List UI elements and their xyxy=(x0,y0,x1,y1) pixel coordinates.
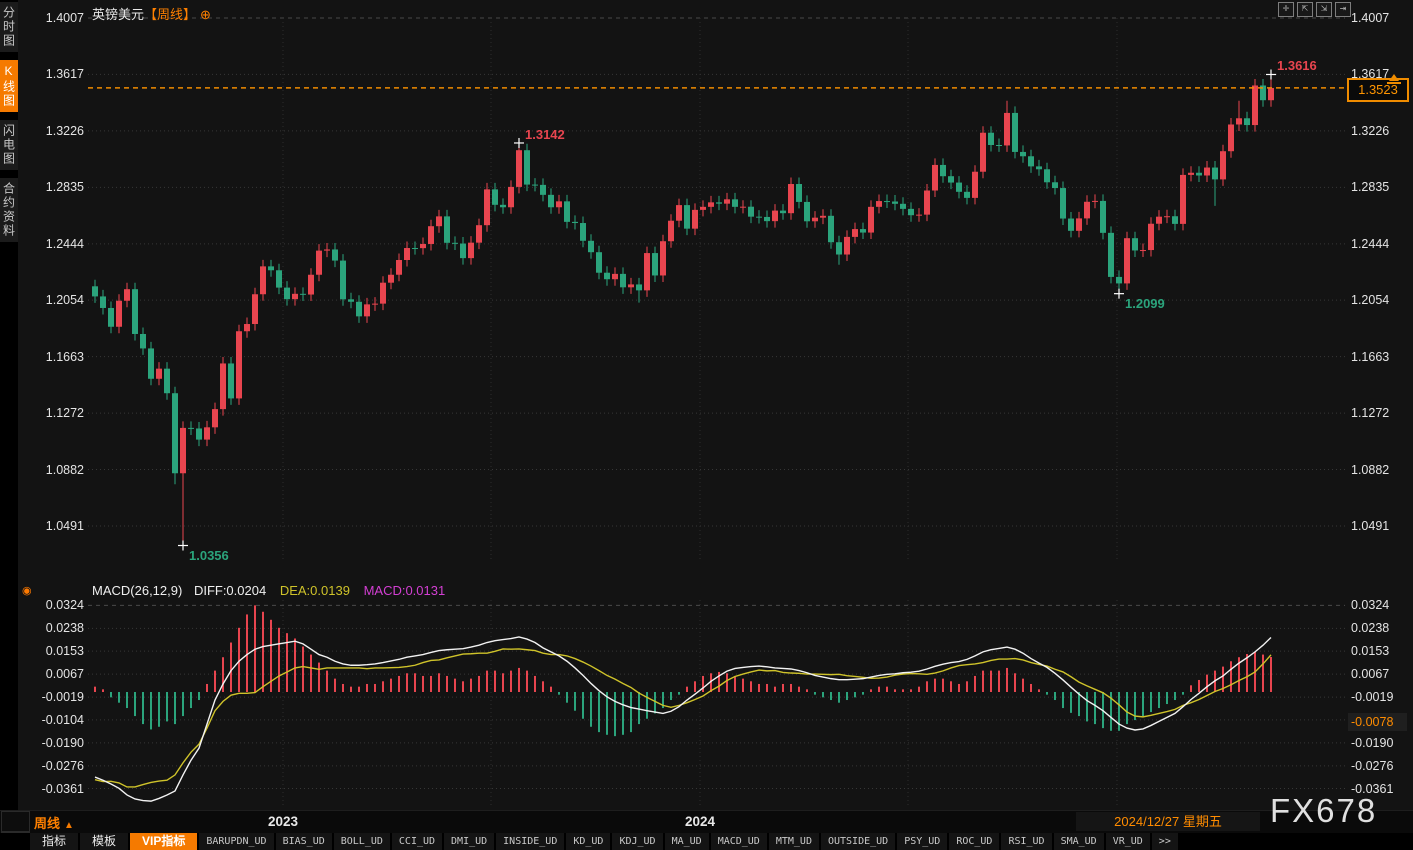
macd-highlight-label: -0.0078 xyxy=(1348,713,1407,731)
zoom-in-box-icon[interactable]: ⇱ xyxy=(1297,2,1313,17)
price-tick-left: 1.2835 xyxy=(38,179,84,195)
macd-tick-right: 0.0153 xyxy=(1351,643,1389,659)
year-label-2023: 2023 xyxy=(268,814,298,829)
period-selector[interactable]: 周线 ▲ xyxy=(34,813,74,832)
price-tick-left: 1.1272 xyxy=(38,405,84,421)
price-tick-right: 1.1272 xyxy=(1351,405,1389,421)
macd-tick-left: -0.0104 xyxy=(38,712,84,728)
price-tick-left: 1.0491 xyxy=(38,518,84,534)
toolbar-tab-MA_UD[interactable]: MA_UD xyxy=(665,833,709,850)
price-tick-right: 1.2444 xyxy=(1351,236,1389,252)
price-tick-right: 1.4007 xyxy=(1351,10,1389,26)
toolbar-tab-CCI_UD[interactable]: CCI_UD xyxy=(392,833,442,850)
toolbar-tab-[interactable]: 模板 xyxy=(80,833,128,850)
toolbar-tab-MTM_UD[interactable]: MTM_UD xyxy=(769,833,819,850)
annotation-1.0356: 1.0356 xyxy=(189,548,229,563)
macd-tick-right: 0.0238 xyxy=(1351,620,1389,636)
price-tick-left: 1.3617 xyxy=(38,66,84,82)
zoom-out-box-icon[interactable]: ⇲ xyxy=(1316,2,1332,17)
chart-title: 英镑美元【周线】 ⊕ xyxy=(92,4,211,23)
toolbar-tab-[interactable]: 指标 xyxy=(30,833,78,850)
toolbar-tab-MACD_UD[interactable]: MACD_UD xyxy=(711,833,767,850)
macd-params: MACD(26,12,9) xyxy=(92,583,182,598)
macd-tick-left: -0.0019 xyxy=(38,689,84,705)
annotation-1.2099: 1.2099 xyxy=(1125,296,1165,311)
macd-tick-right: 0.0324 xyxy=(1351,597,1389,613)
macd-header: MACD(26,12,9) DIFF:0.0204 DEA:0.0139 MAC… xyxy=(92,583,445,598)
indicator-toolbar: 指标模板VIP指标BARUPDN_UDBIAS_UDBOLL_UDCCI_UDD… xyxy=(30,833,1178,850)
watermark: FX678 xyxy=(1270,792,1377,830)
corner-cell-top xyxy=(1,811,30,832)
pan-right-icon[interactable]: ⇥ xyxy=(1335,2,1351,17)
toolbar-tab-DMI_UD[interactable]: DMI_UD xyxy=(444,833,494,850)
price-tick-right: 1.0491 xyxy=(1351,518,1389,534)
price-tick-right: 1.1663 xyxy=(1351,349,1389,365)
price-tick-left: 1.4007 xyxy=(38,10,84,26)
chart-plot-area[interactable] xyxy=(0,0,1413,810)
toolbar-tab-ROC_UD[interactable]: ROC_UD xyxy=(949,833,999,850)
toolbar-tab-OUTSIDE_UD[interactable]: OUTSIDE_UD xyxy=(821,833,895,850)
toolbar-tab-BOLL_UD[interactable]: BOLL_UD xyxy=(334,833,390,850)
macd-macd-value: MACD:0.0131 xyxy=(364,583,446,598)
indicator-target-icon[interactable]: ◉ xyxy=(22,584,32,597)
macd-tick-right: -0.0276 xyxy=(1351,758,1393,774)
macd-tick-left: 0.0067 xyxy=(38,666,84,682)
macd-tick-left: 0.0153 xyxy=(38,643,84,659)
macd-tick-left: -0.0276 xyxy=(38,758,84,774)
toolbar-tab-VIP[interactable]: VIP指标 xyxy=(130,833,197,850)
price-alert-arrow-base xyxy=(1387,82,1401,84)
macd-dea-value: DEA:0.0139 xyxy=(280,583,350,598)
macd-tick-right: -0.0019 xyxy=(1351,689,1393,705)
crosshair-move-icon[interactable]: ✛ xyxy=(1278,2,1294,17)
price-tick-right: 1.2054 xyxy=(1351,292,1389,308)
macd-tick-left: 0.0324 xyxy=(38,597,84,613)
add-indicator-icon[interactable]: ⊕ xyxy=(200,7,211,22)
period-text: 周线 xyxy=(34,816,60,831)
annotation-1.3616: 1.3616 xyxy=(1277,58,1317,73)
price-tick-right: 1.0882 xyxy=(1351,462,1389,478)
toolbar-tab-BIAS_UD[interactable]: BIAS_UD xyxy=(276,833,332,850)
macd-tick-left: 0.0238 xyxy=(38,620,84,636)
crosshair-date-label: 2024/12/27 星期五 xyxy=(1076,812,1260,831)
toolbar-tab-INSIDE_UD[interactable]: INSIDE_UD xyxy=(496,833,564,850)
toolbar-tab-KDJ_UD[interactable]: KDJ_UD xyxy=(612,833,662,850)
toolbar-tab-PSY_UD[interactable]: PSY_UD xyxy=(897,833,947,850)
toolbar-tab-VR_UD[interactable]: VR_UD xyxy=(1106,833,1150,850)
price-tick-left: 1.1663 xyxy=(38,349,84,365)
price-tick-left: 1.2054 xyxy=(38,292,84,308)
period-arrow-icon: ▲ xyxy=(64,820,74,831)
price-tick-left: 1.2444 xyxy=(38,236,84,252)
price-tick-right: 1.3226 xyxy=(1351,123,1389,139)
price-tick-right: 1.2835 xyxy=(1351,179,1389,195)
price-and-macd-canvas[interactable] xyxy=(0,0,1413,810)
macd-tick-left: -0.0190 xyxy=(38,735,84,751)
price-tick-left: 1.0882 xyxy=(38,462,84,478)
toolbar-tab->>[interactable]: >> xyxy=(1152,833,1178,850)
toolbar-tab-BARUPDN_UD[interactable]: BARUPDN_UD xyxy=(199,833,273,850)
toolbar-tab-SMA_UD[interactable]: SMA_UD xyxy=(1054,833,1104,850)
macd-tick-left: -0.0361 xyxy=(38,781,84,797)
year-label-2024: 2024 xyxy=(685,814,715,829)
macd-tick-right: 0.0067 xyxy=(1351,666,1389,682)
zoom-controls: ✛⇱⇲⇥ xyxy=(1278,2,1351,17)
toolbar-tab-KD_UD[interactable]: KD_UD xyxy=(566,833,610,850)
symbol-name: 英镑美元 xyxy=(92,7,144,22)
period-tag[interactable]: 【周线】 xyxy=(144,7,196,22)
price-tick-left: 1.3226 xyxy=(38,123,84,139)
price-alert-arrow-icon[interactable] xyxy=(1389,74,1399,81)
toolbar-tab-RSI_UD[interactable]: RSI_UD xyxy=(1001,833,1051,850)
macd-tick-right: -0.0190 xyxy=(1351,735,1393,751)
macd-diff-value: DIFF:0.0204 xyxy=(194,583,266,598)
annotation-1.3142: 1.3142 xyxy=(525,127,565,142)
